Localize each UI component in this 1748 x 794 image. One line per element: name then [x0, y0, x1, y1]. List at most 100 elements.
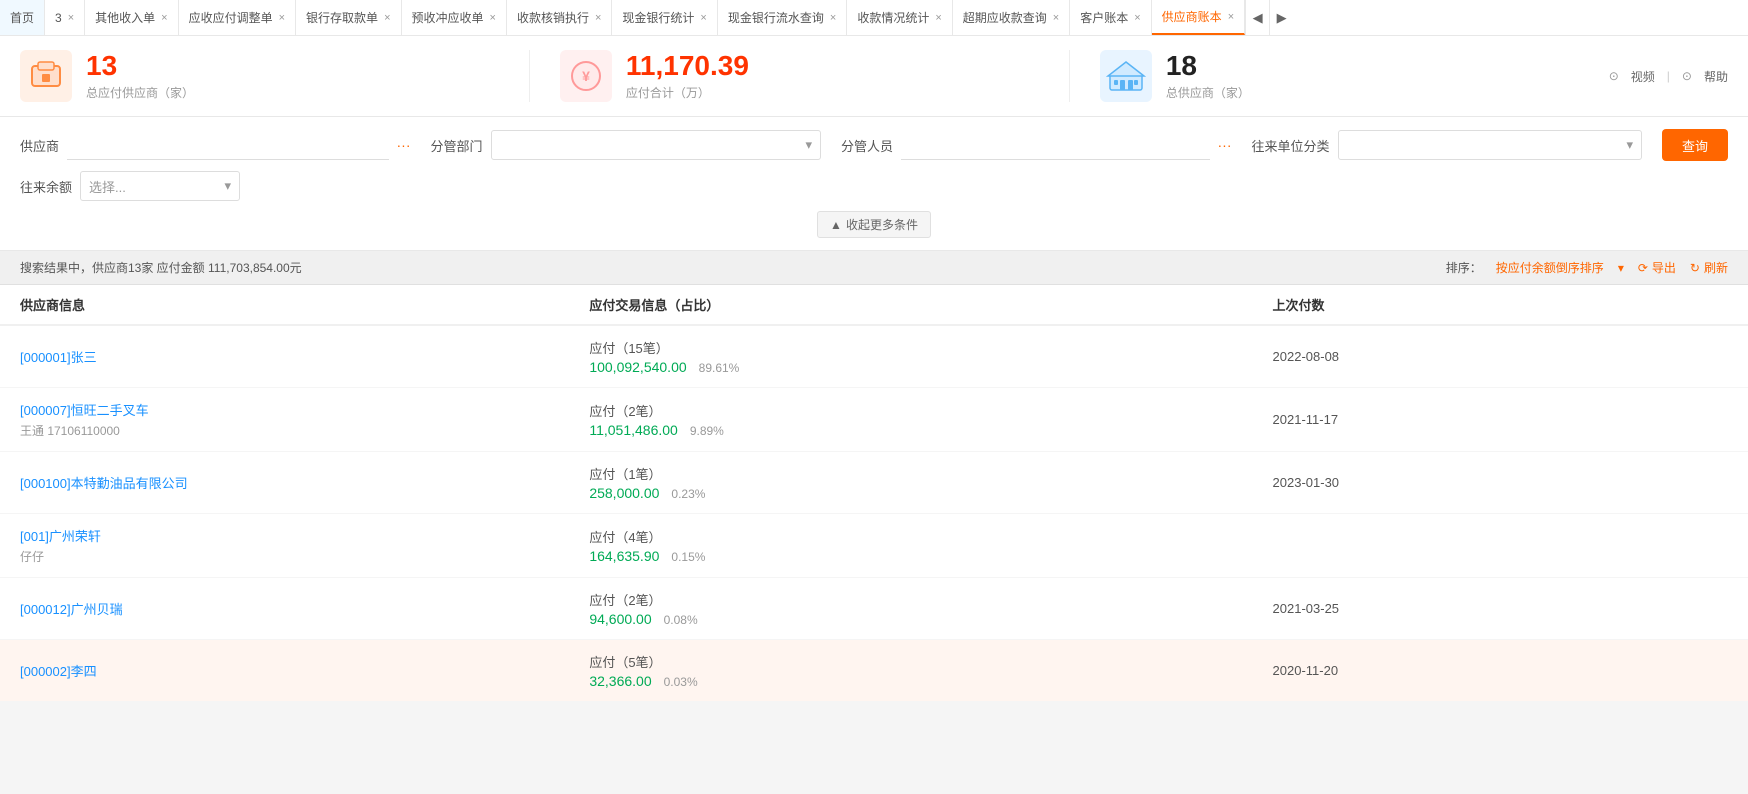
transaction-amount[interactable]: 100,092,540.00 — [589, 359, 686, 375]
transaction-cell: 应付（15笔） 100,092,540.00 89.61% — [589, 338, 1272, 375]
nav-tab-3[interactable]: 3 × — [45, 0, 85, 35]
balance-filter-select[interactable]: 选择... ▾ — [80, 171, 240, 201]
transaction-amount[interactable]: 94,600.00 — [589, 611, 651, 627]
table-row: [001]广州荣轩 仔仔 应付（4笔） 164,635.90 0.15% — [0, 514, 1748, 578]
total-suppliers-all-label: 总供应商（家） — [1166, 84, 1250, 101]
nav-tab-customer-ledger-close[interactable]: × — [1134, 12, 1140, 24]
transaction-percent: 89.61% — [699, 361, 740, 375]
supplier-cell: [000002]李四 — [20, 652, 589, 689]
filter-item-dept: 分管部门 ▾ — [431, 130, 822, 160]
supplier-link[interactable]: [001]广州荣轩 — [20, 526, 589, 545]
unit-category-filter-select[interactable]: ▾ — [1338, 130, 1642, 160]
supplier-filter-input[interactable] — [67, 130, 388, 160]
nav-tab-overdue-ar-label: 超期应收款查询 — [963, 9, 1047, 26]
transaction-label: 应付（5笔） — [589, 652, 1272, 671]
nav-tab-receipt-stat-close[interactable]: × — [935, 12, 941, 24]
last-pay-date: 2022-08-08 — [1273, 349, 1340, 364]
supplier-link[interactable]: [000100]本特勤油品有限公司 — [20, 473, 589, 492]
supplier-filter-dots[interactable]: ··· — [397, 137, 411, 153]
supplier-link[interactable]: [000002]李四 — [20, 661, 589, 680]
nav-tab-supplier-ledger[interactable]: 供应商账本 × — [1152, 0, 1245, 35]
nav-tab-supplier-ledger-label: 供应商账本 — [1162, 8, 1222, 25]
last-pay-date: 2020-11-20 — [1273, 663, 1339, 678]
nav-tab-receipt-stat-label: 收款情况统计 — [857, 9, 929, 26]
table-header: 供应商信息 应付交易信息（占比） 上次付数 — [0, 285, 1748, 326]
nav-tab-3-close[interactable]: × — [68, 12, 74, 24]
summary-card-suppliers: 13 总应付供应商（家） — [20, 50, 529, 102]
lastpay-cell: 2021-11-17 — [1273, 400, 1728, 439]
transaction-label: 应付（2笔） — [589, 401, 1272, 420]
nav-tab-cash-bank-stat[interactable]: 现金银行统计 × — [612, 0, 717, 35]
transaction-amount[interactable]: 32,366.00 — [589, 673, 651, 689]
nav-tab-home[interactable]: 首页 — [0, 0, 45, 35]
nav-tab-bank-deposit-close[interactable]: × — [384, 12, 390, 24]
nav-tab-cash-bank-stat-label: 现金银行统计 — [622, 9, 694, 26]
collapse-btn-label: 收起更多条件 — [846, 216, 918, 233]
supplier-sub: 仔仔 — [20, 548, 589, 565]
transaction-percent: 0.23% — [671, 487, 705, 501]
transaction-amount[interactable]: 11,051,486.00 — [589, 422, 678, 438]
supplier-link[interactable]: [000001]张三 — [20, 347, 589, 366]
nav-tab-bank-deposit[interactable]: 银行存取款单 × — [296, 0, 401, 35]
nav-tab-ar-ap-adjust[interactable]: 应收应付调整单 × — [179, 0, 296, 35]
table-row: [000001]张三 应付（15笔） 100,092,540.00 89.61%… — [0, 326, 1748, 388]
transaction-row: 100,092,540.00 89.61% — [589, 357, 1272, 375]
nav-tab-prepay-ar-close[interactable]: × — [490, 12, 496, 24]
nav-tab-receipt-stat[interactable]: 收款情况统计 × — [847, 0, 952, 35]
nav-next-arrow[interactable]: ▶ — [1269, 0, 1293, 35]
nav-tab-other-income-close[interactable]: × — [161, 12, 167, 24]
query-button[interactable]: 查询 — [1662, 129, 1728, 161]
nav-tab-cash-bank-flow[interactable]: 现金银行流水查询 × — [718, 0, 847, 35]
nav-tab-prepay-ar[interactable]: 预收冲应收单 × — [402, 0, 507, 35]
nav-tab-cash-bank-flow-label: 现金银行流水查询 — [728, 9, 824, 26]
nav-tab-cash-bank-stat-close[interactable]: × — [700, 12, 706, 24]
lastpay-cell: 2022-08-08 — [1273, 338, 1728, 375]
transaction-cell: 应付（2笔） 94,600.00 0.08% — [589, 590, 1272, 627]
table-row: [000002]李四 应付（5笔） 32,366.00 0.03% 2020-1… — [0, 640, 1748, 702]
sort-chevron-icon[interactable]: ▾ — [1618, 261, 1624, 275]
nav-tab-overdue-ar-close[interactable]: × — [1053, 12, 1059, 24]
transaction-cell: 应付（2笔） 11,051,486.00 9.89% — [589, 400, 1272, 439]
transaction-amount[interactable]: 164,635.90 — [589, 548, 659, 564]
export-button[interactable]: ⟳ 导出 — [1638, 259, 1676, 276]
table-row: [000100]本特勤油品有限公司 应付（1笔） 258,000.00 0.23… — [0, 452, 1748, 514]
collapse-button[interactable]: ▲ 收起更多条件 — [817, 211, 931, 238]
video-link[interactable]: 视频 — [1631, 68, 1655, 85]
transaction-row: 11,051,486.00 9.89% — [589, 420, 1272, 438]
last-pay-date: 2023-01-30 — [1273, 475, 1340, 490]
unit-category-chevron-icon: ▾ — [1626, 137, 1633, 153]
person-filter-dots[interactable]: ··· — [1218, 137, 1232, 153]
nav-tab-overdue-ar[interactable]: 超期应收款查询 × — [953, 0, 1070, 35]
last-pay-date: 2021-11-17 — [1273, 412, 1339, 427]
total-suppliers-all-num: 18 — [1166, 51, 1250, 82]
refresh-icon: ↻ — [1690, 261, 1700, 275]
help-icon: ⊙ — [1682, 69, 1692, 83]
supplier-cell: [000100]本特勤油品有限公司 — [20, 464, 589, 501]
transaction-amount[interactable]: 258,000.00 — [589, 485, 659, 501]
lastpay-cell: 2021-03-25 — [1273, 590, 1728, 627]
help-link[interactable]: 帮助 — [1704, 68, 1728, 85]
nav-tab-customer-ledger[interactable]: 客户账本 × — [1070, 0, 1151, 35]
nav-tab-cash-bank-flow-close[interactable]: × — [830, 12, 836, 24]
supplier-link[interactable]: [000007]恒旺二手叉车 — [20, 400, 589, 419]
transaction-cell: 应付（5笔） 32,366.00 0.03% — [589, 652, 1272, 689]
nav-tab-other-income[interactable]: 其他收入单 × — [85, 0, 178, 35]
nav-tab-receipt-verify-close[interactable]: × — [595, 12, 601, 24]
refresh-button[interactable]: ↻ 刷新 — [1690, 259, 1728, 276]
transaction-percent: 0.15% — [671, 550, 705, 564]
summary-card-amount: ¥ 11,170.39 应付合计（万） — [529, 50, 1069, 102]
sort-value[interactable]: 按应付余额倒序排序 — [1496, 259, 1604, 276]
supplier-link[interactable]: [000012]广州贝瑞 — [20, 599, 589, 618]
nav-prev-arrow[interactable]: ◀ — [1245, 0, 1269, 35]
dept-filter-select[interactable]: ▾ — [491, 130, 821, 160]
amount-icon: ¥ — [560, 50, 612, 102]
supplier-icon — [20, 50, 72, 102]
summary-bar: 13 总应付供应商（家） ¥ 11,170.39 应付合计（万） — [0, 36, 1748, 117]
person-filter-input[interactable] — [901, 130, 1209, 160]
dept-filter-label: 分管部门 — [431, 136, 483, 155]
nav-tab-supplier-ledger-close[interactable]: × — [1228, 11, 1234, 23]
supplier-sub: 王通 17106110000 — [20, 422, 589, 439]
table-body: [000001]张三 应付（15笔） 100,092,540.00 89.61%… — [0, 326, 1748, 702]
nav-tab-receipt-verify[interactable]: 收款核销执行 × — [507, 0, 612, 35]
nav-tab-ar-ap-adjust-close[interactable]: × — [279, 12, 285, 24]
